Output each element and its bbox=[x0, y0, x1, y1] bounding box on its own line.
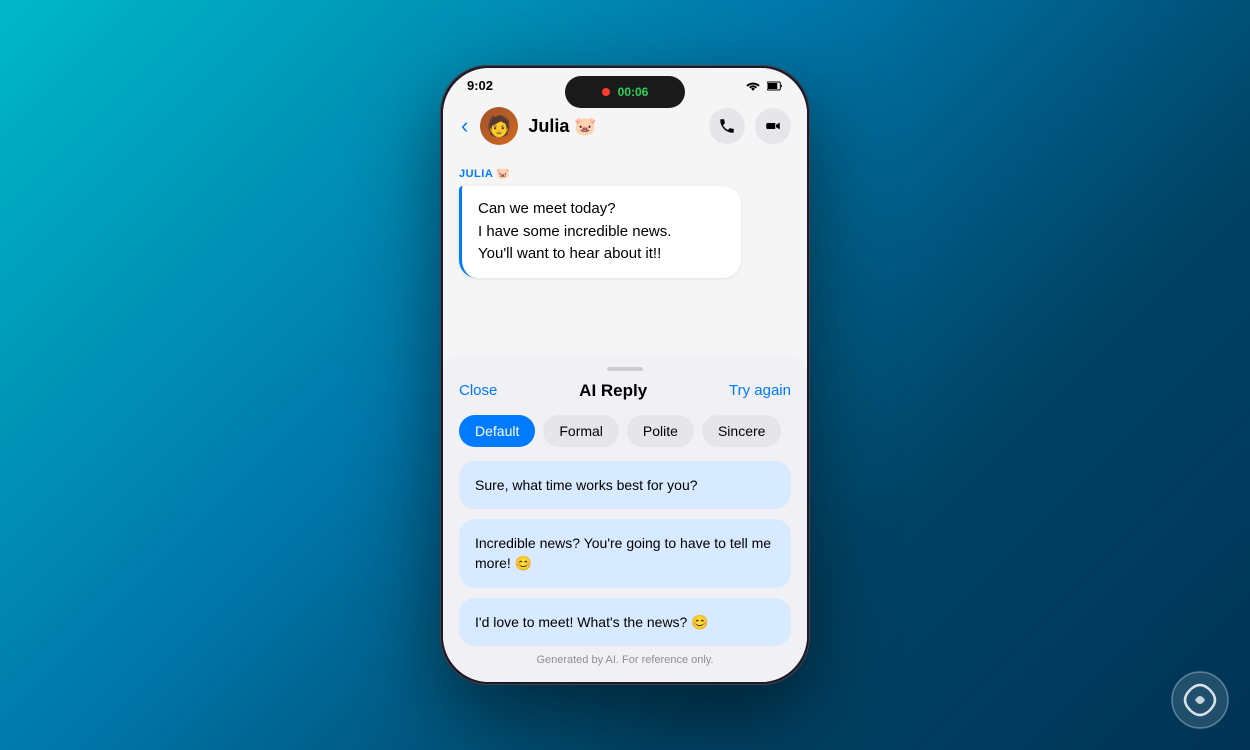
wifi-icon bbox=[745, 80, 761, 92]
reply-suggestions: Sure, what time works best for you? Incr… bbox=[459, 461, 791, 646]
reply-suggestion-3[interactable]: I'd love to meet! What's the news? 😊 bbox=[459, 598, 791, 646]
avatar: 🧑 bbox=[480, 107, 518, 145]
status-time: 9:02 bbox=[467, 78, 493, 93]
back-button[interactable]: ‹ bbox=[459, 111, 470, 141]
reply-text-3: I'd love to meet! What's the news? 😊 bbox=[475, 612, 775, 632]
video-button[interactable] bbox=[755, 108, 791, 144]
phone-screen: 9:02 00:06 ‹ 🧑 Jul bbox=[443, 68, 807, 682]
chip-formal[interactable]: Formal bbox=[543, 415, 619, 447]
message-area: JULIA 🐷 Can we meet today? I have some i… bbox=[443, 157, 807, 355]
header-actions bbox=[709, 108, 791, 144]
call-duration: 00:06 bbox=[618, 85, 649, 99]
tone-chips: Default Formal Polite Sincere bbox=[459, 415, 791, 447]
status-bar: 9:02 00:06 bbox=[443, 68, 807, 99]
watermark-logo bbox=[1170, 670, 1230, 730]
phone-button[interactable] bbox=[709, 108, 745, 144]
ai-reply-title: AI Reply bbox=[579, 381, 647, 401]
status-icons bbox=[745, 80, 783, 92]
message-line-2: I have some incredible news. bbox=[478, 221, 725, 244]
dynamic-island: 00:06 bbox=[565, 76, 685, 108]
reply-suggestion-1[interactable]: Sure, what time works best for you? bbox=[459, 461, 791, 509]
phone-icon bbox=[718, 117, 736, 135]
record-dot bbox=[602, 88, 610, 96]
incoming-message-bubble: Can we meet today? I have some incredibl… bbox=[459, 186, 741, 278]
drag-handle bbox=[607, 367, 643, 371]
try-again-button[interactable]: Try again bbox=[729, 382, 791, 399]
close-button[interactable]: Close bbox=[459, 382, 497, 399]
phone-frame: 9:02 00:06 ‹ 🧑 Jul bbox=[440, 65, 810, 685]
chip-sincere[interactable]: Sincere bbox=[702, 415, 781, 447]
chip-default[interactable]: Default bbox=[459, 415, 535, 447]
ai-footer: Generated by AI. For reference only. bbox=[459, 654, 791, 666]
battery-icon bbox=[767, 80, 783, 92]
sender-label: JULIA 🐷 bbox=[459, 167, 791, 180]
ai-reply-header: Close AI Reply Try again bbox=[459, 381, 791, 401]
reply-text-1: Sure, what time works best for you? bbox=[475, 475, 775, 495]
message-line-1: Can we meet today? bbox=[478, 198, 725, 221]
chip-polite[interactable]: Polite bbox=[627, 415, 694, 447]
video-icon bbox=[764, 117, 782, 135]
message-line-3: You'll want to hear about it!! bbox=[478, 243, 725, 266]
contact-name: Julia 🐷 bbox=[528, 116, 699, 137]
reply-suggestion-2[interactable]: Incredible news? You're going to have to… bbox=[459, 519, 791, 588]
ai-reply-panel: Close AI Reply Try again Default Formal … bbox=[443, 355, 807, 682]
reply-text-2: Incredible news? You're going to have to… bbox=[475, 533, 775, 574]
